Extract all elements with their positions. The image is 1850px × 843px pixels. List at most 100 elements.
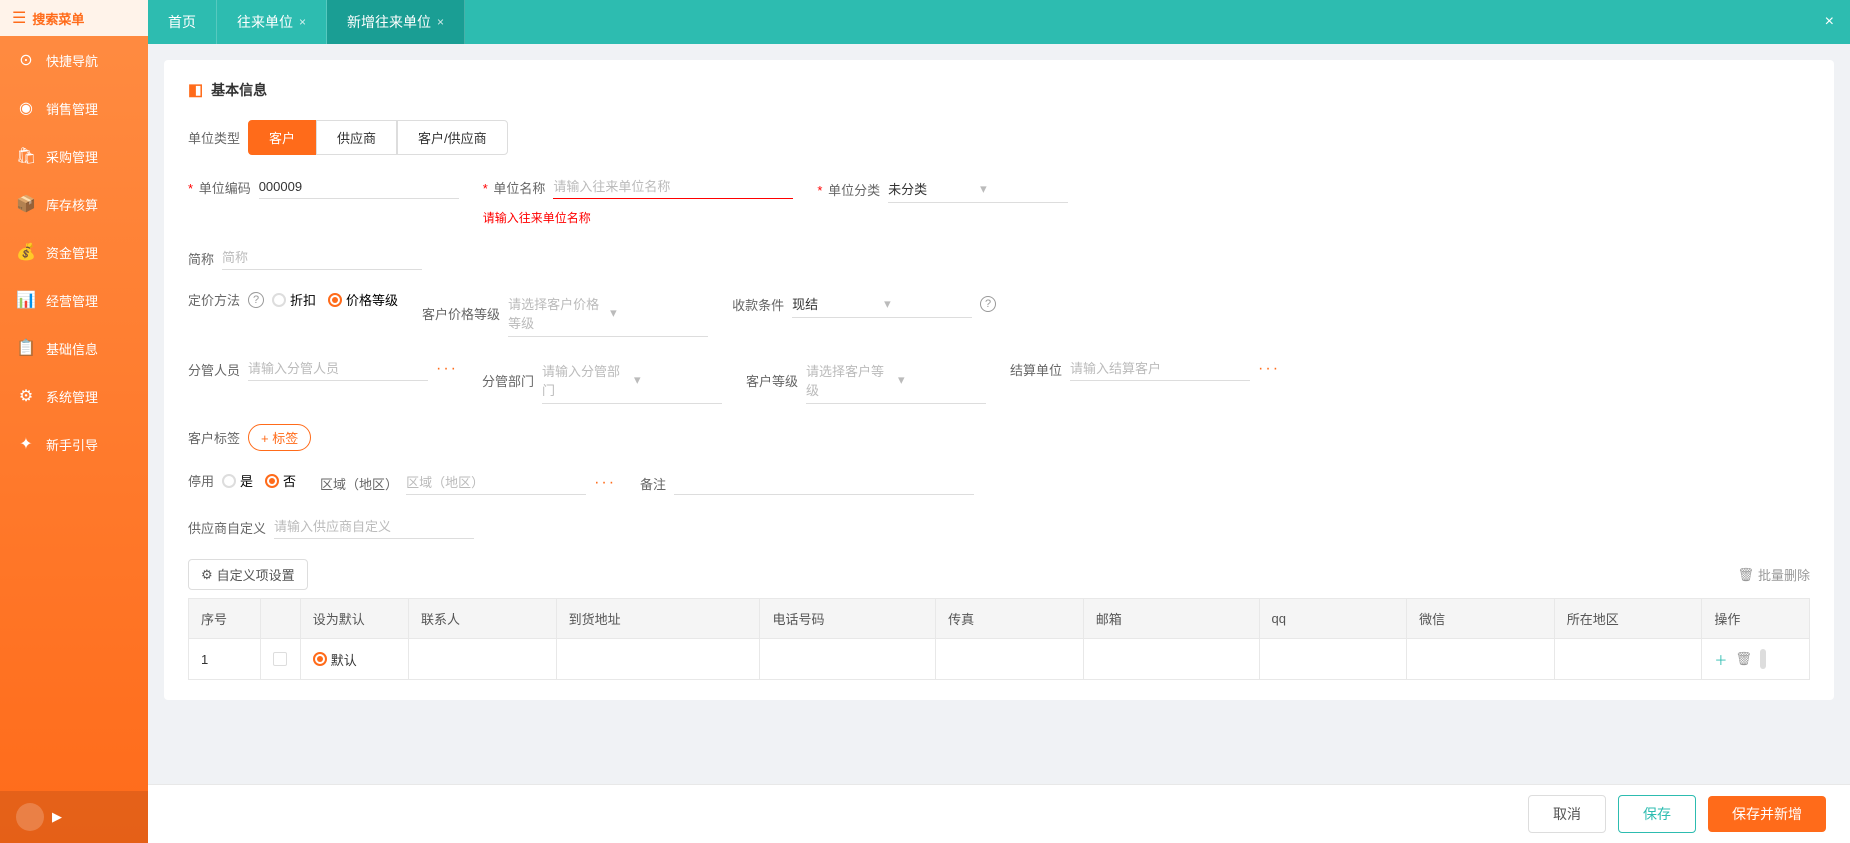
search-menu-btn[interactable]: ☰ 搜索菜单 [0,0,148,36]
area-input[interactable] [1567,652,1647,667]
cell-email[interactable] [1083,639,1259,680]
payment-help-icon[interactable]: ? [980,296,996,312]
col-seq: 序号 [189,599,261,639]
cell-qq[interactable] [1259,639,1407,680]
global-close-btn[interactable]: × [1809,0,1850,44]
sidebar-item-purchase[interactable]: 🛍 采购管理 [0,132,148,180]
settlement-label: 结算单位 [1010,360,1062,379]
supplier-custom-group: 供应商自定义 [188,515,474,539]
address-input[interactable] [569,652,689,667]
cell-checkbox[interactable] [260,639,300,680]
pricing-help-icon[interactable]: ? [248,292,264,308]
sidebar-item-sales[interactable]: ◉ 销售管理 [0,84,148,132]
bottom-bar: 取消 保存 保存并新增 [148,784,1850,843]
type-btn-group: 客户 供应商 客户/供应商 [248,120,508,155]
default-radio[interactable] [313,652,327,666]
cell-area[interactable] [1554,639,1702,680]
cell-contact[interactable] [408,639,556,680]
radio-discount[interactable]: 折扣 [272,290,316,309]
radio-yes[interactable]: 是 [222,471,253,490]
manager-more-btn[interactable]: ··· [436,360,458,378]
phone-input[interactable] [772,652,872,667]
tab-home[interactable]: 首页 [148,0,217,44]
sidebar-item-label: 快捷导航 [46,51,98,70]
wechat-input[interactable] [1419,652,1499,667]
radio-no[interactable]: 否 [265,471,296,490]
batch-delete-btn[interactable]: 🗑 批量删除 [1737,565,1810,584]
sidebar-item-system[interactable]: ⚙ 系统管理 [0,372,148,420]
batch-delete-label: 批量删除 [1758,565,1810,584]
manager-input[interactable] [248,357,428,381]
settlement-more-btn[interactable]: ··· [1258,360,1280,378]
custom-settings-label: 自定义项设置 [217,565,295,584]
row-checkbox[interactable] [273,652,287,666]
payment-terms-select[interactable]: 现结 ▾ [792,290,972,318]
contact-input[interactable] [421,652,501,667]
contacts-table-section: ⚙ 自定义项设置 🗑 批量删除 序号 设为默认 联系人 [188,559,1810,680]
department-label: 分管部门 [482,371,534,390]
unit-name-input[interactable] [553,175,793,199]
beginner-icon: ✦ [16,434,36,454]
tab-bar: 首页 往来单位 × 新增往来单位 × × [148,0,1850,44]
cell-phone[interactable] [760,639,936,680]
sidebar-item-label: 基础信息 [46,339,98,358]
tab-new-partner-close[interactable]: × [437,15,444,29]
cell-fax[interactable] [936,639,1084,680]
radio-price-level-label: 价格等级 [346,290,398,309]
email-input[interactable] [1096,652,1196,667]
supplier-custom-input[interactable] [274,515,474,539]
tab-partners-close[interactable]: × [299,15,306,29]
unit-code-input[interactable] [259,175,459,199]
operations-icon: 📊 [16,290,36,310]
cell-wechat[interactable] [1407,639,1555,680]
default-label: 默认 [331,650,357,669]
cancel-button[interactable]: 取消 [1528,795,1606,833]
tab-new-partner[interactable]: 新增往来单位 × [327,0,465,44]
region-more-btn[interactable]: ··· [594,474,616,492]
chevron-down-icon: ▾ [634,372,722,388]
customer-price-select[interactable]: 请选择客户价格等级 ▾ [508,290,708,337]
short-name-label: 简称 [188,249,214,268]
payment-terms-value: 现结 [792,294,880,313]
sidebar-item-basic-info[interactable]: 📋 基础信息 [0,324,148,372]
payment-terms-label: 收款条件 [732,295,784,314]
short-name-input[interactable] [222,246,422,270]
region-input[interactable] [406,471,586,495]
unit-name-group: * 单位名称 请输入往来单位名称 [483,175,794,226]
col-address: 到货地址 [556,599,760,639]
customer-level-select[interactable]: 请选择客户等级 ▾ [806,357,986,404]
fax-input[interactable] [948,652,1028,667]
sidebar-item-operations[interactable]: 📊 经营管理 [0,276,148,324]
sidebar-item-label: 经营管理 [46,291,98,310]
department-select[interactable]: 请输入分管部门 ▾ [542,357,722,404]
unit-name-label: * 单位名称 [483,178,546,197]
disabled-group: 停用 是 否 [188,471,296,490]
sidebar-item-inventory[interactable]: 📦 库存核算 [0,180,148,228]
type-btn-customer[interactable]: 客户 [248,120,316,155]
delete-row-btn[interactable]: 🗑 [1735,651,1752,667]
sidebar-item-beginner[interactable]: ✦ 新手引导 [0,420,148,468]
tab-partners[interactable]: 往来单位 × [217,0,327,44]
finance-icon: 💰 [16,242,36,262]
disabled-label: 停用 [188,471,214,490]
drag-handle[interactable] [1760,649,1766,669]
sidebar-item-label: 新手引导 [46,435,98,454]
unit-category-select[interactable]: 未分类 ▾ [888,175,1068,203]
add-tag-btn[interactable]: + 标签 [248,424,311,451]
supplier-custom-label: 供应商自定义 [188,518,266,537]
sales-icon: ◉ [16,98,36,118]
sidebar-item-quick-nav[interactable]: ⊙ 快捷导航 [0,36,148,84]
save-new-button[interactable]: 保存并新增 [1708,796,1826,832]
cell-address[interactable] [556,639,760,680]
custom-settings-btn[interactable]: ⚙ 自定义项设置 [188,559,308,590]
sidebar-item-finance[interactable]: 💰 资金管理 [0,228,148,276]
qq-input[interactable] [1272,652,1352,667]
type-btn-supplier[interactable]: 供应商 [316,120,397,155]
save-button[interactable]: 保存 [1618,795,1696,833]
add-row-btn[interactable]: ＋ [1714,650,1727,669]
radio-price-level[interactable]: 价格等级 [328,290,398,309]
radio-no-circle [265,474,279,488]
settlement-input[interactable] [1070,357,1250,381]
type-btn-both[interactable]: 客户/供应商 [397,120,508,155]
remarks-input[interactable] [674,471,974,495]
